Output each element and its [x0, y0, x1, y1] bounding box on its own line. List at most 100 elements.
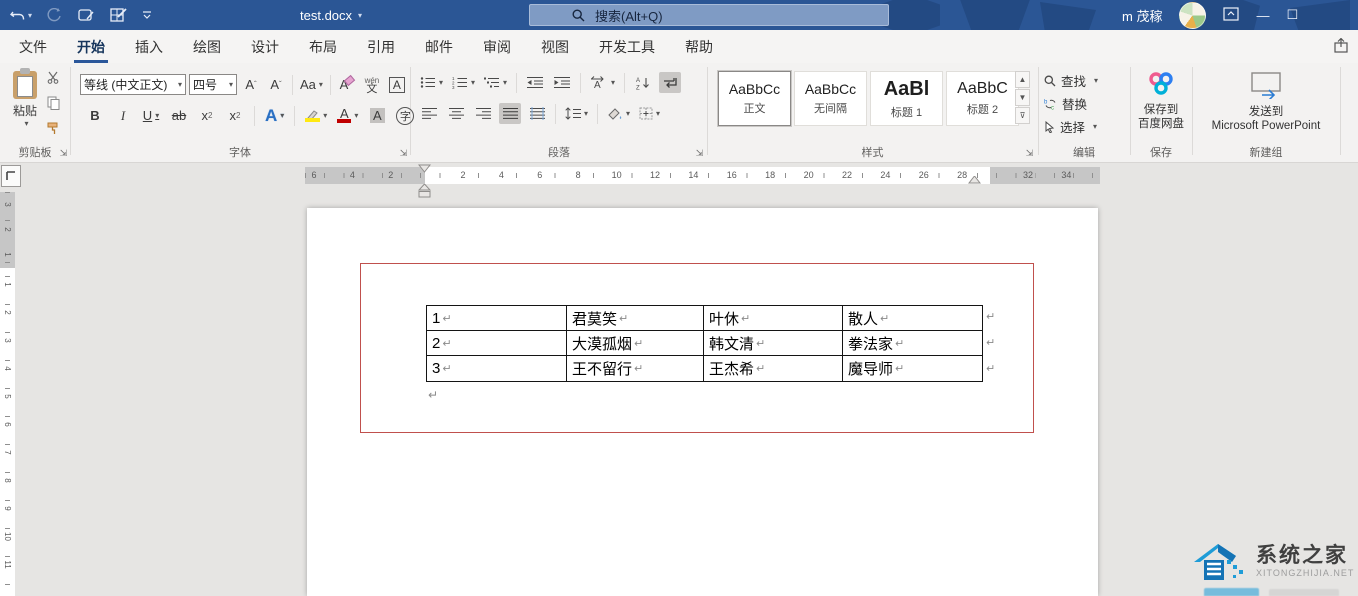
font-name-select[interactable]: 等线 (中文正文) ▾: [80, 74, 186, 95]
align-right-button[interactable]: [472, 103, 494, 124]
enclose-characters-button[interactable]: 字: [394, 105, 416, 126]
font-color-button[interactable]: A ▾: [335, 105, 360, 126]
touch-mode-button[interactable]: [78, 8, 95, 23]
font-size-select[interactable]: 四号 ▾: [189, 74, 237, 95]
document-page[interactable]: 1 ↵ 君莫笑 ↵ 叶休 ↵ 散人 ↵ 2 ↵ 大漠孤烟 ↵ 韩文清 ↵ 拳法家 ↵ 3 ↵ 王不留行 ↵ 王杰希 ↵ 魔导…: [307, 208, 1098, 596]
clipboard-dialog-launcher[interactable]: ⇲: [58, 148, 69, 159]
style-card-标题 2[interactable]: AaBbC 标题 2: [946, 71, 1019, 126]
style-card-标题 1[interactable]: AaBl 标题 1: [870, 71, 943, 126]
italic-button[interactable]: I: [112, 105, 134, 126]
line-spacing-button[interactable]: ▾: [563, 103, 590, 124]
tab-帮助[interactable]: 帮助: [670, 30, 728, 63]
minimize-button[interactable]: —: [1256, 8, 1269, 23]
tab-审阅[interactable]: 审阅: [468, 30, 526, 63]
change-case-button[interactable]: Aa ▾: [298, 74, 325, 95]
table-cell[interactable]: 散人 ↵: [843, 306, 982, 331]
vertical-ruler[interactable]: 3 2 1 1 2 3 4 5 6 7 8 9 10 11: [0, 192, 15, 596]
find-button[interactable]: 查找 ▾: [1044, 69, 1130, 92]
styles-dialog-launcher[interactable]: ⇲: [1024, 148, 1035, 159]
text-effects-button[interactable]: A ▾: [263, 105, 286, 126]
style-card-无间隔[interactable]: AaBbCc 无间隔: [794, 71, 867, 126]
table-cell[interactable]: 韩文清 ↵: [704, 331, 843, 356]
select-button[interactable]: 选择 ▾: [1044, 115, 1130, 138]
undo-button[interactable]: ▾: [10, 8, 32, 22]
table-cell[interactable]: 拳法家 ↵: [843, 331, 982, 356]
grow-font-button[interactable]: Aˆ: [240, 74, 262, 95]
table-cell[interactable]: 2 ↵: [427, 331, 567, 356]
tab-selector[interactable]: [1, 165, 21, 187]
tab-插入[interactable]: 插入: [120, 30, 178, 63]
tab-开始[interactable]: 开始: [62, 30, 120, 63]
align-center-button[interactable]: [445, 103, 467, 124]
shading-button[interactable]: ▾: [605, 103, 632, 124]
show-marks-button[interactable]: [659, 72, 682, 93]
replace-button[interactable]: bc 替换: [1044, 92, 1130, 115]
asian-layout-button[interactable]: A ▾: [588, 72, 617, 93]
tab-视图[interactable]: 视图: [526, 30, 584, 63]
superscript-button[interactable]: x2: [224, 105, 246, 126]
hanging-indent-marker[interactable]: [418, 184, 431, 198]
table-cell[interactable]: 1 ↵: [427, 306, 567, 331]
ribbon-display-options-button[interactable]: [1223, 6, 1240, 24]
qat-customize-button[interactable]: [142, 10, 152, 20]
align-left-button[interactable]: [418, 103, 440, 124]
document-title[interactable]: test.docx ▾: [300, 0, 362, 30]
draw-table-button[interactable]: [110, 7, 127, 23]
distribute-button[interactable]: [526, 103, 548, 124]
style-card-正文[interactable]: AaBbCc 正文: [718, 71, 791, 126]
tab-引用[interactable]: 引用: [352, 30, 410, 63]
table-cell[interactable]: 王不留行 ↵: [567, 356, 704, 381]
character-shading-button[interactable]: A: [366, 105, 388, 126]
styles-scroll-down-button[interactable]: ▼: [1015, 89, 1030, 106]
document-table[interactable]: 1 ↵ 君莫笑 ↵ 叶休 ↵ 散人 ↵ 2 ↵ 大漠孤烟 ↵ 韩文清 ↵ 拳法家 ↵ 3 ↵ 王不留行 ↵ 王杰希 ↵ 魔导…: [426, 305, 983, 382]
bullets-button[interactable]: ▾: [418, 72, 445, 93]
highlight-button[interactable]: ▾: [303, 105, 329, 126]
redo-button[interactable]: [47, 8, 63, 22]
search-box[interactable]: 搜索(Alt+Q): [529, 4, 889, 26]
tab-文件[interactable]: 文件: [4, 30, 62, 63]
cut-button[interactable]: [46, 71, 60, 89]
first-line-indent-marker[interactable]: [418, 164, 431, 173]
styles-more-button[interactable]: ⊽: [1015, 107, 1030, 124]
table-cell[interactable]: 魔导师 ↵: [843, 356, 982, 381]
underline-button[interactable]: U ▾: [140, 105, 162, 126]
justify-button[interactable]: [499, 103, 521, 124]
tab-设计[interactable]: 设计: [236, 30, 294, 63]
tab-布局[interactable]: 布局: [294, 30, 352, 63]
tab-邮件[interactable]: 邮件: [410, 30, 468, 63]
bold-button[interactable]: B: [84, 105, 106, 126]
copy-button[interactable]: [47, 96, 60, 115]
numbering-button[interactable]: 1 2 3 ▾: [450, 72, 477, 93]
table-cell[interactable]: 大漠孤烟 ↵: [567, 331, 704, 356]
maximize-button[interactable]: ☐: [1286, 7, 1298, 23]
font-dialog-launcher[interactable]: ⇲: [398, 148, 409, 159]
sort-button[interactable]: AZ: [632, 72, 654, 93]
decrease-indent-button[interactable]: [524, 72, 546, 93]
right-indent-marker[interactable]: [968, 176, 981, 185]
save-to-baidu-button[interactable]: 保存到 百度网盘: [1132, 71, 1190, 131]
share-button[interactable]: [1334, 38, 1358, 58]
tab-开发工具[interactable]: 开发工具: [584, 30, 670, 63]
phonetic-guide-button[interactable]: wén 文: [361, 74, 383, 95]
table-cell[interactable]: 3 ↵: [427, 356, 567, 381]
tab-绘图[interactable]: 绘图: [178, 30, 236, 63]
character-border-button[interactable]: A: [386, 74, 408, 95]
user-label[interactable]: m 茂稼: [1122, 6, 1162, 25]
table-cell[interactable]: 叶休 ↵: [704, 306, 843, 331]
increase-indent-button[interactable]: [551, 72, 573, 93]
multilevel-list-button[interactable]: ▾: [482, 72, 509, 93]
strikethrough-button[interactable]: ab: [168, 105, 190, 126]
user-avatar[interactable]: [1179, 1, 1207, 29]
paste-button[interactable]: 粘贴 ▾: [8, 68, 42, 128]
table-cell[interactable]: 君莫笑 ↵: [567, 306, 704, 331]
shrink-font-button[interactable]: Aˇ: [265, 74, 287, 95]
format-painter-button[interactable]: [46, 122, 60, 140]
clear-formatting-button[interactable]: A: [336, 74, 358, 95]
borders-button[interactable]: ▾: [637, 103, 662, 124]
send-to-powerpoint-button[interactable]: 发送到 Microsoft PowerPoint: [1196, 71, 1336, 133]
styles-scroll-up-button[interactable]: ▲: [1015, 71, 1030, 88]
table-cell[interactable]: 王杰希 ↵: [704, 356, 843, 381]
left-indent-marker[interactable]: [418, 191, 431, 198]
paragraph-dialog-launcher[interactable]: ⇲: [694, 148, 705, 159]
subscript-button[interactable]: x2: [196, 105, 218, 126]
